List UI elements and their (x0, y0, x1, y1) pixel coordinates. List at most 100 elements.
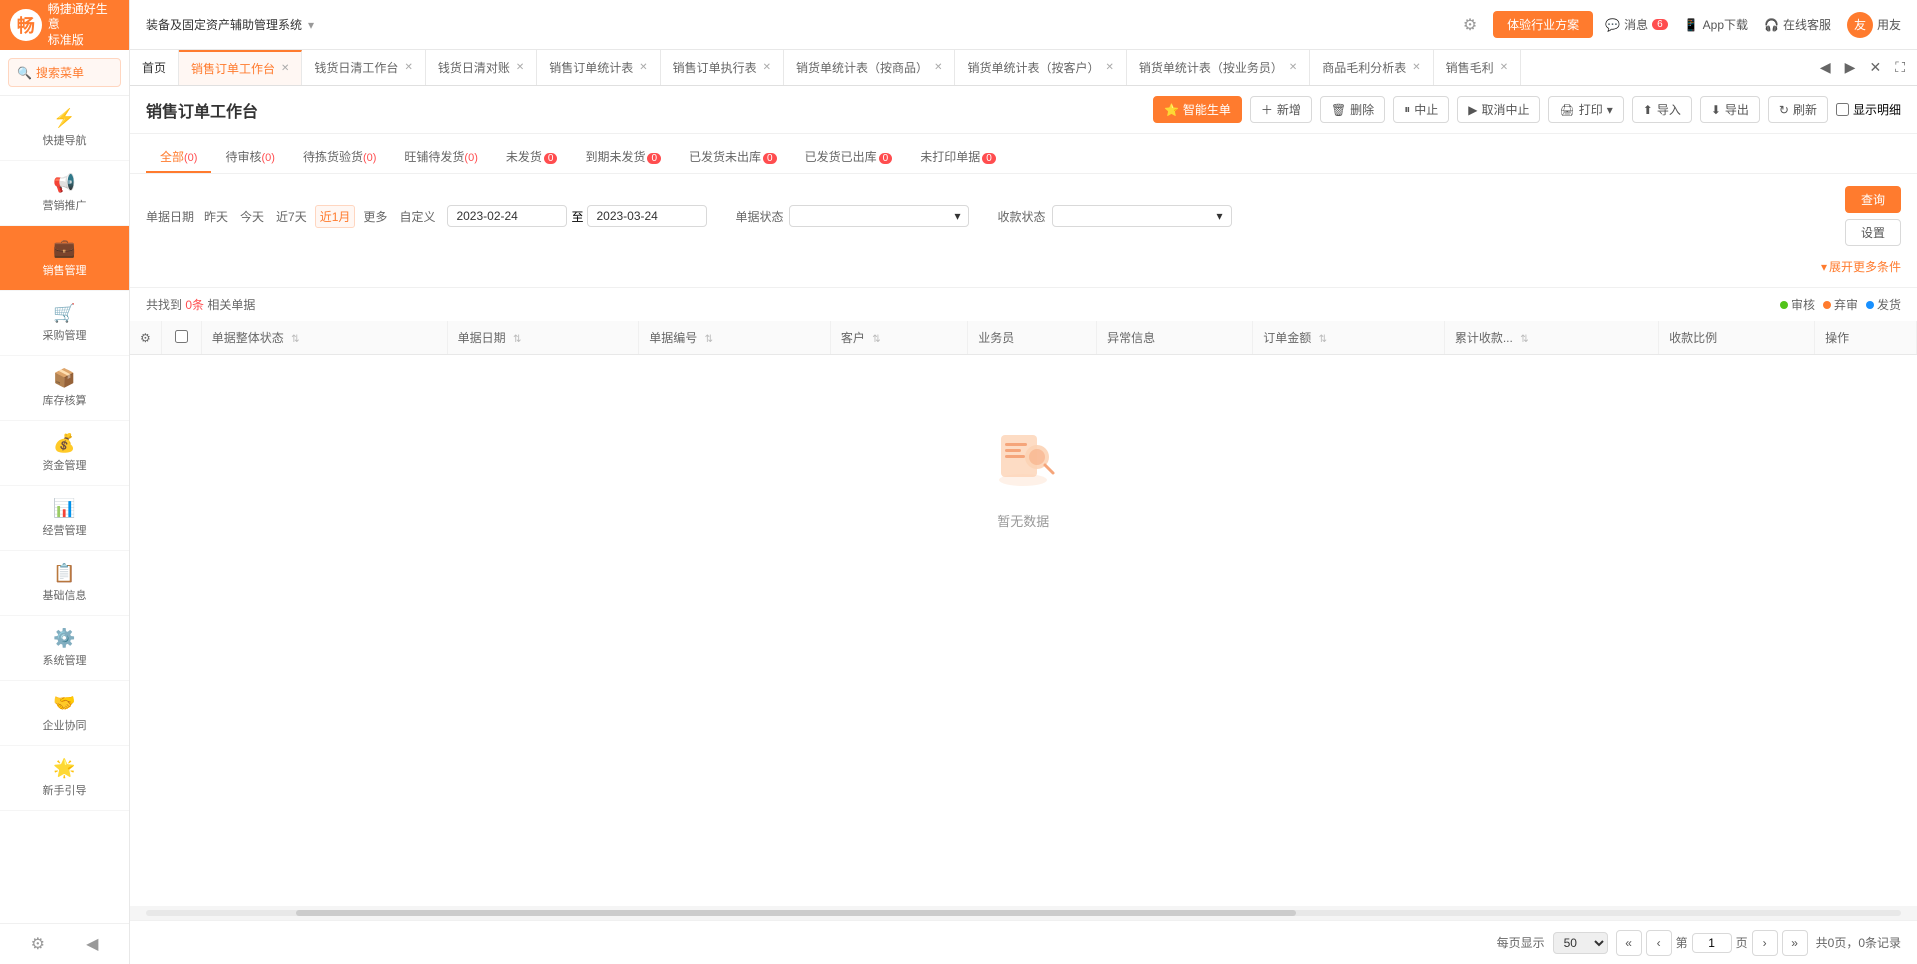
payment-select[interactable]: ▾ (1052, 205, 1232, 227)
tab-scroll-right-icon[interactable]: ▶ (1841, 57, 1860, 78)
empty-text: 暂无数据 (997, 511, 1049, 530)
date-input-range: 至 (447, 205, 707, 227)
user-menu[interactable]: 友 用友 (1847, 12, 1901, 38)
refresh-button[interactable]: ↻ 刷新 (1768, 96, 1828, 123)
tab-sales-gross[interactable]: 销售毛利 ✕ (1434, 50, 1521, 86)
batch-review-button[interactable]: 审核 (1780, 296, 1815, 313)
tab-expand-icon[interactable]: ⛶ (1891, 57, 1909, 78)
sidebar-item-quick-nav[interactable]: ⚡ 快捷导航 (0, 96, 129, 161)
tab-close-icon[interactable]: ✕ (404, 62, 412, 73)
horizontal-scrollbar[interactable] (130, 906, 1917, 920)
tab-close-icon[interactable]: ✕ (1289, 62, 1297, 73)
filter-tab-shipped-out[interactable]: 已发货已出库0 (791, 142, 907, 173)
basic-info-icon: 📋 (53, 563, 75, 584)
sort-icon: ⇅ (872, 334, 880, 345)
cancel-pause-button[interactable]: ▶ 取消中止 (1457, 96, 1540, 123)
header-actions: 💬 消息 6 📱 App下载 🎧 在线客服 友 用友 (1605, 12, 1901, 38)
date-from-input[interactable] (447, 205, 567, 227)
date-option-custom[interactable]: 自定义 (395, 206, 439, 227)
tab-close-icon[interactable]: ✕ (763, 62, 771, 73)
date-option-7days[interactable]: 近7天 (272, 206, 311, 227)
select-all-checkbox[interactable] (175, 330, 188, 343)
filter-tab-not-shipped[interactable]: 未发货0 (492, 142, 572, 173)
sidebar-item-system[interactable]: ⚙️ 系统管理 (0, 616, 129, 681)
tab-sales-by-staff[interactable]: 销货单统计表（按业务员） ✕ (1127, 50, 1310, 86)
last-page-button[interactable]: » (1782, 930, 1808, 956)
date-option-1month[interactable]: 近1月 (315, 205, 356, 228)
tab-sales-exec[interactable]: 销售订单执行表 ✕ (661, 50, 784, 86)
scrollbar-thumb[interactable] (296, 910, 1296, 916)
date-to-input[interactable] (587, 205, 707, 227)
sidebar-item-sales[interactable]: 💼 销售管理 (0, 226, 129, 291)
batch-ship-button[interactable]: 发货 (1866, 296, 1901, 313)
tab-sales-stats[interactable]: 销售订单统计表 ✕ (537, 50, 660, 86)
add-button[interactable]: ＋ 新增 (1250, 96, 1312, 123)
filter-tab-wangpu[interactable]: 旺铺待发货(0) (390, 142, 491, 173)
date-option-more[interactable]: 更多 (359, 206, 391, 227)
collapse-icon[interactable]: ◀ (86, 934, 98, 954)
tab-close-icon[interactable]: ✕ (281, 63, 289, 74)
th-settings: ⚙ (130, 321, 161, 355)
tab-close-all-icon[interactable]: ✕ (1865, 57, 1885, 78)
date-option-yesterday[interactable]: 昨天 (200, 206, 232, 227)
sidebar-item-inventory[interactable]: 📦 库存核算 (0, 356, 129, 421)
delete-button[interactable]: 🗑 删除 (1320, 96, 1385, 123)
tab-close-icon[interactable]: ✕ (934, 62, 942, 73)
tab-close-icon[interactable]: ✕ (639, 62, 647, 73)
sidebar-item-marketing[interactable]: 📢 营销推广 (0, 161, 129, 226)
setting-button[interactable]: 设置 (1845, 219, 1901, 246)
sidebar-item-finance[interactable]: 💰 资金管理 (0, 421, 129, 486)
pause-button[interactable]: ⏸ 中止 (1393, 96, 1449, 123)
tab-cash-reconcile[interactable]: 钱货日清对账 ✕ (426, 50, 537, 86)
settings-footer-icon[interactable]: ⚙ (31, 934, 45, 954)
industry-solution-button[interactable]: 体验行业方案 (1493, 11, 1593, 38)
batch-cancel-review-button[interactable]: 弃审 (1823, 296, 1858, 313)
filter-tab-overdue-ship[interactable]: 到期未发货0 (571, 142, 675, 173)
header-gear-icon[interactable]: ⚙ (1463, 15, 1477, 35)
sidebar-item-operation[interactable]: 📊 经营管理 (0, 486, 129, 551)
filter-tab-pending-review[interactable]: 待审核(0) (211, 142, 288, 173)
page-number-input[interactable] (1692, 933, 1732, 953)
tab-close-icon[interactable]: ✕ (1412, 62, 1420, 73)
search-menu-button[interactable]: 🔍 搜索菜单 (8, 58, 121, 87)
smart-create-button[interactable]: ⭐ 智能生单 (1153, 96, 1242, 123)
print-button[interactable]: 🖨 打印 ▾ (1548, 96, 1623, 123)
prev-page-button[interactable]: ‹ (1646, 930, 1672, 956)
tab-sales-by-product[interactable]: 销货单统计表（按商品） ✕ (784, 50, 955, 86)
empty-state: 暂无数据 (130, 355, 1917, 590)
tab-close-icon[interactable]: ✕ (1105, 62, 1113, 73)
tab-close-icon[interactable]: ✕ (1500, 62, 1508, 73)
message-button[interactable]: 💬 消息 6 (1605, 16, 1668, 33)
date-option-today[interactable]: 今天 (236, 206, 268, 227)
tab-sales-workbench[interactable]: 销售订单工作台 ✕ (179, 50, 302, 86)
tab-scroll-left-icon[interactable]: ◀ (1816, 57, 1835, 78)
filter-tab-shipped-not-out[interactable]: 已发货未出库0 (675, 142, 791, 173)
expand-conditions-button[interactable]: ▾ 展开更多条件 (1821, 258, 1901, 275)
app-download-button[interactable]: 📱 App下载 (1684, 16, 1748, 33)
show-detail-checkbox-label[interactable]: 显示明细 (1836, 101, 1901, 118)
sidebar-item-purchase[interactable]: 🛒 采购管理 (0, 291, 129, 356)
sidebar-item-cooperation[interactable]: 🤝 企业协同 (0, 681, 129, 746)
per-page-select[interactable]: 10 20 50 100 (1553, 932, 1608, 954)
import-button[interactable]: ⬆ 导入 (1632, 96, 1692, 123)
sidebar-item-basic-info[interactable]: 📋 基础信息 (0, 551, 129, 616)
query-button[interactable]: 查询 (1845, 186, 1901, 213)
empty-illustration (983, 415, 1063, 495)
filter-tab-pending-inspect[interactable]: 待拣货验货(0) (289, 142, 390, 173)
page-suffix: 页 (1736, 934, 1748, 951)
first-page-button[interactable]: « (1616, 930, 1642, 956)
online-service-button[interactable]: 🎧 在线客服 (1764, 16, 1831, 33)
tab-sales-by-customer[interactable]: 销货单统计表（按客户） ✕ (955, 50, 1126, 86)
filter-tab-all[interactable]: 全部(0) (146, 142, 211, 173)
sidebar-item-guide[interactable]: 🌟 新手引导 (0, 746, 129, 811)
next-page-button[interactable]: › (1752, 930, 1778, 956)
column-settings-icon[interactable]: ⚙ (140, 331, 151, 345)
filter-tab-not-printed[interactable]: 未打印单据0 (906, 142, 1010, 173)
status-select[interactable]: ▾ (789, 205, 969, 227)
tab-margin-analysis[interactable]: 商品毛利分析表 ✕ (1310, 50, 1433, 86)
show-detail-checkbox[interactable] (1836, 103, 1849, 116)
tab-home[interactable]: 首页 (130, 50, 179, 86)
tab-close-icon[interactable]: ✕ (516, 62, 524, 73)
tab-cash-daily[interactable]: 钱货日清工作台 ✕ (302, 50, 425, 86)
export-button[interactable]: ⬇ 导出 (1700, 96, 1760, 123)
